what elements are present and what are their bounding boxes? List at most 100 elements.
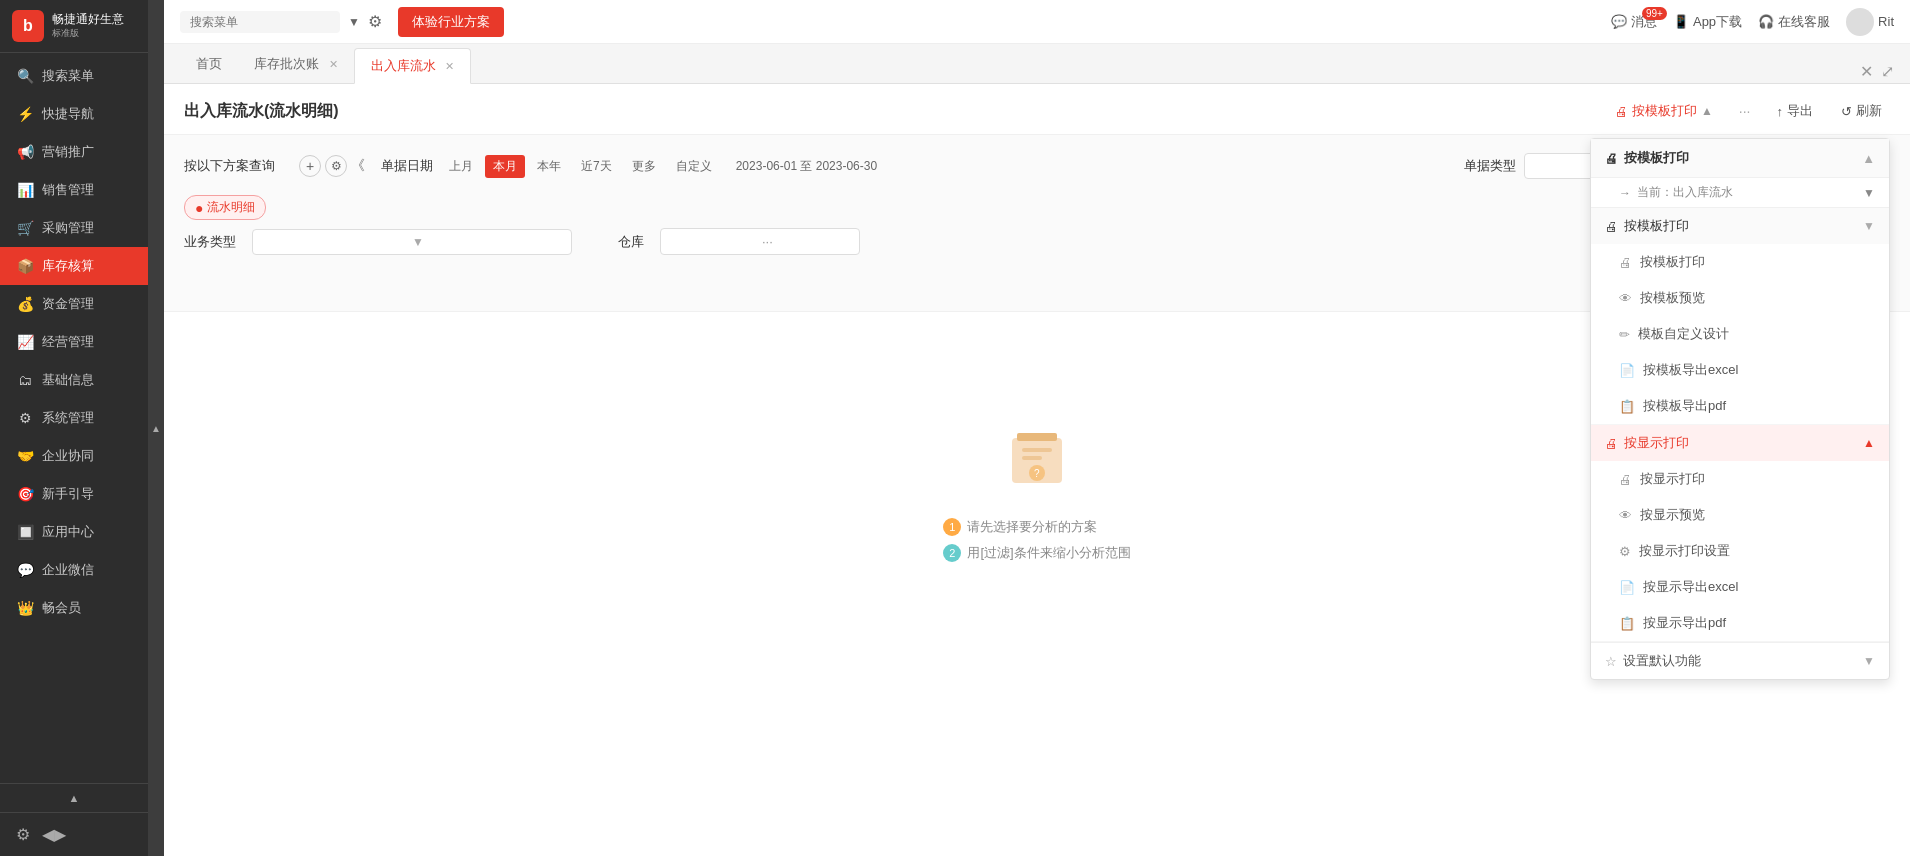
template-section-arrow: ▼	[1863, 219, 1875, 233]
template-print-arrow[interactable]: ▲	[1701, 104, 1713, 118]
display-print-icon: 🖨	[1619, 472, 1632, 487]
nav-icon-search: 🔍	[16, 67, 34, 85]
template-print-item[interactable]: 🖨 按模板打印	[1591, 244, 1889, 280]
sidebar-item-system[interactable]: ⚙系统管理	[0, 399, 148, 437]
nav-label-system: 系统管理	[42, 409, 94, 427]
sidebar-item-purchase[interactable]: 🛒采购管理	[0, 209, 148, 247]
sidebar-scroll-up[interactable]: ▲	[61, 790, 88, 806]
app-name: 畅捷通好生意	[52, 12, 124, 28]
dropdown-panel: 🖨 按模板打印 ▲ → 当前：出入库流水 ▼	[1590, 138, 1890, 680]
topbar-dropdown-arrow[interactable]: ▼	[348, 15, 360, 29]
tab-flow[interactable]: 出入库流水 ✕	[354, 48, 472, 84]
dropdown-close-arrow[interactable]: ▲	[1862, 151, 1875, 166]
more-options-icon[interactable]: ···	[1733, 103, 1757, 119]
export-button[interactable]: ↑ 导出	[1769, 98, 1822, 124]
nav-label-sales: 销售管理	[42, 181, 94, 199]
date-tabs: 上月 本月 本年 近7天 更多 自定义	[441, 155, 720, 178]
display-export-pdf-item[interactable]: 📋 按显示导出pdf	[1591, 605, 1889, 641]
tab-home[interactable]: 首页	[180, 47, 238, 83]
topbar-search[interactable]	[180, 11, 340, 33]
set-default-label: 设置默认功能	[1623, 652, 1701, 670]
nav-label-app-center: 应用中心	[42, 523, 94, 541]
industry-solution-button[interactable]: 体验行业方案	[398, 7, 504, 37]
filter-add-button[interactable]: +	[299, 155, 321, 177]
flow-tag: ● 流水明细	[184, 195, 266, 220]
sidebar: b 畅捷通好生意 标准版 🔍搜索菜单⚡快捷导航📢营销推广 📊 销售管理 🛒采购管理📦库…	[0, 0, 148, 856]
warehouse-more-icon[interactable]: ···	[762, 234, 849, 249]
template-export-excel-icon: 📄	[1619, 363, 1635, 378]
messages-button[interactable]: 💬 消息 99+	[1611, 13, 1657, 31]
sidebar-item-enterprise[interactable]: 🤝企业协同	[0, 437, 148, 475]
filter-label: 按以下方案查询	[184, 157, 275, 175]
nav-icon-quick-nav: ⚡	[16, 105, 34, 123]
refresh-button[interactable]: ↺ 刷新	[1833, 98, 1890, 124]
display-print-settings-item[interactable]: ⚙ 按显示打印设置	[1591, 533, 1889, 569]
sidebar-item-quick-nav[interactable]: ⚡快捷导航	[0, 95, 148, 133]
avatar-image	[1846, 8, 1874, 36]
logo-icon: b	[12, 10, 44, 42]
display-export-excel-item[interactable]: 📄 按显示导出excel	[1591, 569, 1889, 605]
date-tab-7days[interactable]: 近7天	[573, 155, 620, 178]
biz-type-arrow: ▼	[412, 235, 561, 249]
sidebar-item-sales[interactable]: 📊 销售管理	[0, 171, 148, 209]
filter-action-buttons: + ⚙ 《	[299, 155, 365, 177]
topbar: ▼ ⚙ 体验行业方案 💬 消息 99+ 📱 App下载 🎧 在线客服	[164, 0, 1910, 44]
dropdown-section-display-header[interactable]: 🖨 按显示打印 ▲	[1591, 425, 1889, 461]
sidebar-item-guide[interactable]: 🎯新手引导	[0, 475, 148, 513]
sidebar-settings-icon[interactable]: ⚙	[16, 825, 30, 844]
filter-settings-button[interactable]: ⚙	[325, 155, 347, 177]
tab-bar-close-icon[interactable]: ✕	[1860, 62, 1873, 81]
tab-flow-close[interactable]: ✕	[445, 60, 454, 72]
sidebar-item-search[interactable]: 🔍搜索菜单	[0, 57, 148, 95]
template-preview-item[interactable]: 👁 按模板预览	[1591, 280, 1889, 316]
date-tab-last-month[interactable]: 上月	[441, 155, 481, 178]
sidebar-item-wechat[interactable]: 💬企业微信	[0, 551, 148, 589]
sidebar-item-vip[interactable]: 👑畅会员	[0, 589, 148, 627]
topbar-settings-icon[interactable]: ⚙	[368, 12, 382, 31]
display-print-item[interactable]: 🖨 按显示打印	[1591, 461, 1889, 497]
date-tab-this-year[interactable]: 本年	[529, 155, 569, 178]
search-input[interactable]	[190, 15, 310, 29]
template-custom-item[interactable]: ✏ 模板自定义设计	[1591, 316, 1889, 352]
page-actions: 🖨 按模板打印 ▲ ··· ↑ 导出 ↺ 刷新	[1607, 98, 1890, 124]
sidebar-item-basics[interactable]: 🗂基础信息	[0, 361, 148, 399]
display-preview-item[interactable]: 👁 按显示预览	[1591, 497, 1889, 533]
sidebar-collapse-icon[interactable]: ◀▶	[42, 825, 66, 844]
date-tab-custom[interactable]: 自定义	[668, 155, 720, 178]
empty-illustration: ?	[997, 418, 1077, 498]
tab-bar-expand-icon[interactable]: ⤢	[1881, 62, 1894, 81]
current-selection: → 当前：出入库流水 ▼	[1591, 178, 1889, 208]
dropdown-panel-title: 🖨 按模板打印	[1605, 149, 1689, 167]
app-logo: b 畅捷通好生意 标准版	[0, 0, 148, 53]
sidebar-item-marketing[interactable]: 📢营销推广	[0, 133, 148, 171]
sidebar-item-operations[interactable]: 📈经营管理	[0, 323, 148, 361]
page-header: 出入库流水(流水明细) 🖨 按模板打印 ▲ ··· ↑ 导出 ↺ 刷新	[164, 84, 1910, 135]
template-export-excel-item[interactable]: 📄 按模板导出excel	[1591, 352, 1889, 388]
sidebar-scroll-bar[interactable]: ▲	[148, 0, 164, 856]
current-dropdown-arrow[interactable]: ▼	[1863, 186, 1875, 200]
nav-icon-sales: 📊	[16, 181, 34, 199]
tab-batch-ledger[interactable]: 库存批次账 ✕	[238, 47, 354, 83]
tab-batch-ledger-close[interactable]: ✕	[329, 58, 338, 70]
biz-type-select[interactable]: ▼	[252, 229, 572, 255]
date-tab-this-month[interactable]: 本月	[485, 155, 525, 178]
date-tab-more[interactable]: 更多	[624, 155, 664, 178]
app-download-button[interactable]: 📱 App下载	[1673, 13, 1742, 31]
sidebar-item-inventory[interactable]: 📦库存核算	[0, 247, 148, 285]
display-print-label: 按显示打印	[1640, 470, 1705, 488]
dropdown-title-text: 按模板打印	[1624, 149, 1689, 167]
template-print-button[interactable]: 🖨 按模板打印 ▲	[1607, 98, 1721, 124]
customer-service-button[interactable]: 🎧 在线客服	[1758, 13, 1830, 31]
filter-collapse-arrow[interactable]: 《	[351, 157, 365, 175]
nav-label-marketing: 营销推广	[42, 143, 94, 161]
sidebar-item-finance[interactable]: 💰资金管理	[0, 285, 148, 323]
warehouse-select[interactable]: ···	[660, 228, 860, 255]
set-default-row[interactable]: ☆ 设置默认功能 ▼	[1591, 642, 1889, 679]
nav-icon-wechat: 💬	[16, 561, 34, 579]
headset-icon: 🎧	[1758, 14, 1774, 29]
dropdown-section-template-header[interactable]: 🖨 按模板打印 ▼	[1591, 208, 1889, 244]
template-export-pdf-item[interactable]: 📋 按模板导出pdf	[1591, 388, 1889, 424]
user-avatar[interactable]: Rit	[1846, 8, 1894, 36]
nav-label-purchase: 采购管理	[42, 219, 94, 237]
sidebar-item-app-center[interactable]: 🔲应用中心	[0, 513, 148, 551]
